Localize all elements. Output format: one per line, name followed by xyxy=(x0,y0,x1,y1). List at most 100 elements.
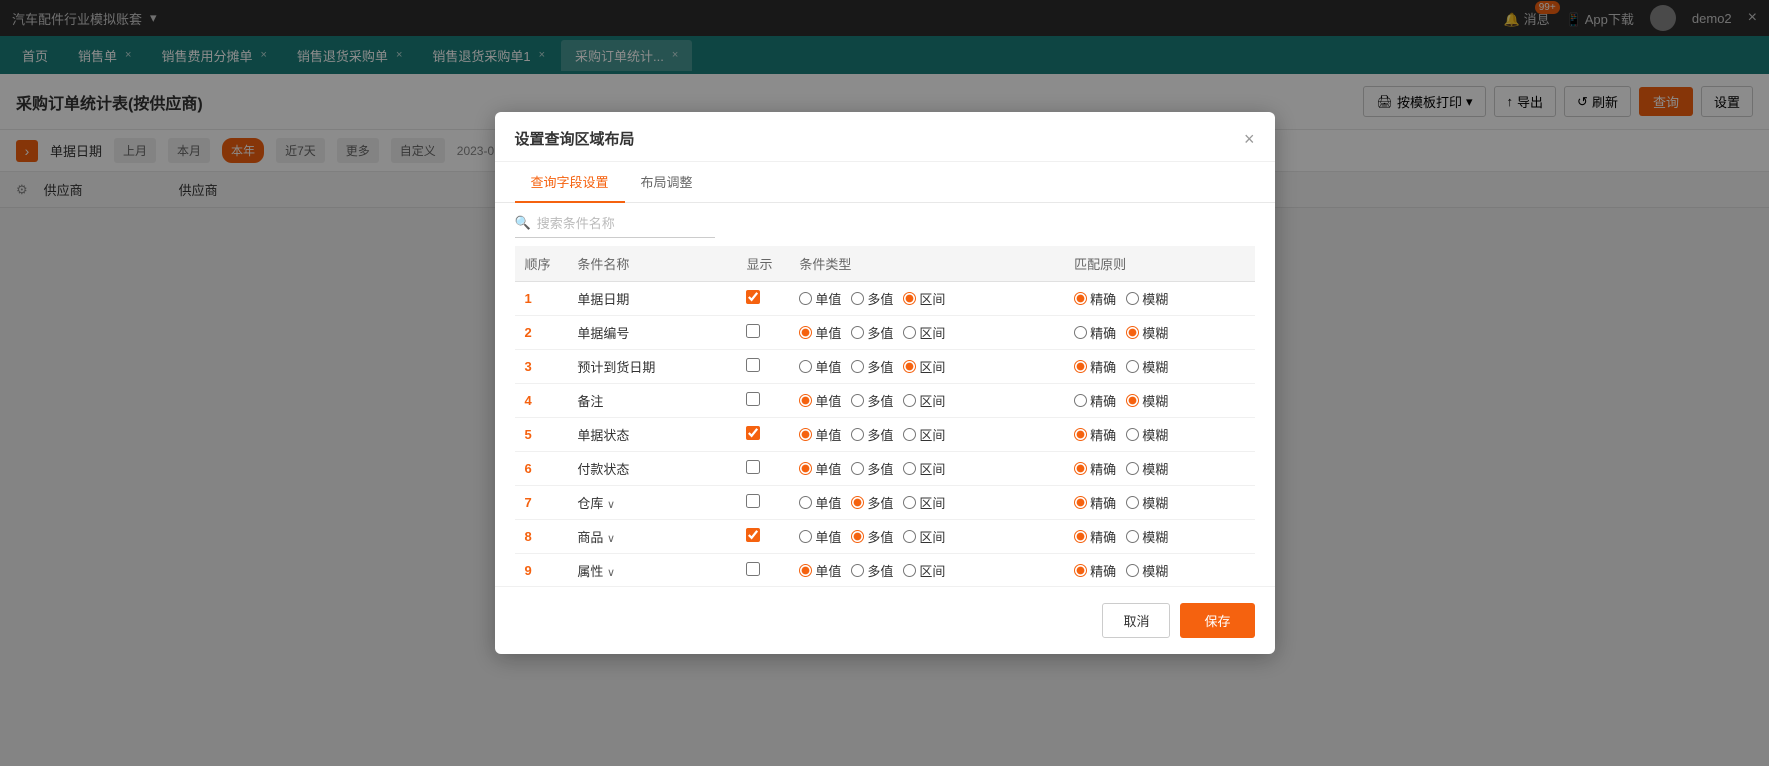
type-radio-group: 单值多值区间 xyxy=(799,425,1054,444)
match-radio-group: 精确模糊 xyxy=(1074,459,1244,478)
radio-type-单值[interactable]: 单值 xyxy=(799,527,841,546)
row-condition-name: 商品 ∨ xyxy=(567,520,736,554)
row-order: 7 xyxy=(515,486,568,520)
row-display-checkbox-cell xyxy=(736,452,789,486)
dialog-tab-layout[interactable]: 布局调整 xyxy=(625,162,709,203)
row-condition-name: 备注 xyxy=(567,384,736,418)
radio-type-单值[interactable]: 单值 xyxy=(799,323,841,342)
row-order: 4 xyxy=(515,384,568,418)
row-condition-name: 单据状态 xyxy=(567,418,736,452)
radio-match-精确[interactable]: 精确 xyxy=(1074,391,1116,410)
radio-type-区间[interactable]: 区间 xyxy=(903,493,945,512)
settings-table: 顺序 条件名称 显示 条件类型 匹配原则 1单据日期单值多值区间精确模糊2单据编… xyxy=(515,246,1255,586)
radio-match-模糊[interactable]: 模糊 xyxy=(1126,459,1168,478)
display-checkbox[interactable] xyxy=(746,562,760,576)
radio-match-模糊[interactable]: 模糊 xyxy=(1126,527,1168,546)
cancel-btn[interactable]: 取消 xyxy=(1102,603,1170,638)
radio-type-单值[interactable]: 单值 xyxy=(799,289,841,308)
save-btn[interactable]: 保存 xyxy=(1180,603,1254,638)
display-checkbox[interactable] xyxy=(746,426,760,440)
radio-type-区间[interactable]: 区间 xyxy=(903,289,945,308)
row-display-checkbox-cell xyxy=(736,486,789,520)
dialog-close-btn[interactable]: × xyxy=(1244,130,1255,148)
radio-match-精确[interactable]: 精确 xyxy=(1074,425,1116,444)
row-display-checkbox-cell xyxy=(736,316,789,350)
radio-type-区间[interactable]: 区间 xyxy=(903,391,945,410)
radio-match-精确[interactable]: 精确 xyxy=(1074,459,1116,478)
type-radio-group: 单值多值区间 xyxy=(799,391,1054,410)
radio-type-单值[interactable]: 单值 xyxy=(799,493,841,512)
display-checkbox[interactable] xyxy=(746,358,760,372)
row-match-cell: 精确模糊 xyxy=(1064,384,1254,418)
radio-match-精确[interactable]: 精确 xyxy=(1074,289,1116,308)
search-icon: 🔍 xyxy=(515,215,531,231)
col-header-match: 匹配原则 xyxy=(1064,246,1254,282)
radio-match-模糊[interactable]: 模糊 xyxy=(1126,289,1168,308)
col-header-order: 顺序 xyxy=(515,246,568,282)
radio-type-区间[interactable]: 区间 xyxy=(903,323,945,342)
radio-type-多值[interactable]: 多值 xyxy=(851,459,893,478)
radio-match-精确[interactable]: 精确 xyxy=(1074,493,1116,512)
dialog-tab-query-fields[interactable]: 查询字段设置 xyxy=(515,162,625,203)
radio-match-模糊[interactable]: 模糊 xyxy=(1126,493,1168,512)
radio-type-单值[interactable]: 单值 xyxy=(799,561,841,580)
radio-match-模糊[interactable]: 模糊 xyxy=(1126,323,1168,342)
display-checkbox[interactable] xyxy=(746,290,760,304)
radio-match-模糊[interactable]: 模糊 xyxy=(1126,425,1168,444)
row-type-cell: 单值多值区间 xyxy=(789,452,1064,486)
match-radio-group: 精确模糊 xyxy=(1074,323,1244,342)
radio-type-多值[interactable]: 多值 xyxy=(851,289,893,308)
dropdown-arrow-icon[interactable]: ∨ xyxy=(607,499,615,511)
dialog-tab-layout-label: 布局调整 xyxy=(641,175,693,190)
dropdown-arrow-icon[interactable]: ∨ xyxy=(607,533,615,545)
col-header-display: 显示 xyxy=(736,246,789,282)
display-checkbox[interactable] xyxy=(746,392,760,406)
row-match-cell: 精确模糊 xyxy=(1064,554,1254,587)
display-checkbox[interactable] xyxy=(746,494,760,508)
row-match-cell: 精确模糊 xyxy=(1064,486,1254,520)
radio-match-模糊[interactable]: 模糊 xyxy=(1126,561,1168,580)
radio-type-区间[interactable]: 区间 xyxy=(903,527,945,546)
modal-overlay[interactable]: 设置查询区域布局 × 查询字段设置 布局调整 🔍 xyxy=(0,0,1769,766)
match-radio-group: 精确模糊 xyxy=(1074,357,1244,376)
radio-match-精确[interactable]: 精确 xyxy=(1074,323,1116,342)
radio-match-精确[interactable]: 精确 xyxy=(1074,357,1116,376)
radio-type-单值[interactable]: 单值 xyxy=(799,425,841,444)
radio-match-模糊[interactable]: 模糊 xyxy=(1126,357,1168,376)
row-type-cell: 单值多值区间 xyxy=(789,486,1064,520)
dialog-table-scroll[interactable]: 顺序 条件名称 显示 条件类型 匹配原则 1单据日期单值多值区间精确模糊2单据编… xyxy=(495,246,1275,586)
display-checkbox[interactable] xyxy=(746,528,760,542)
dropdown-arrow-icon[interactable]: ∨ xyxy=(607,567,615,579)
display-checkbox[interactable] xyxy=(746,324,760,338)
radio-match-精确[interactable]: 精确 xyxy=(1074,527,1116,546)
radio-type-多值[interactable]: 多值 xyxy=(851,425,893,444)
search-input-wrap: 🔍 xyxy=(515,215,715,238)
radio-type-多值[interactable]: 多值 xyxy=(851,527,893,546)
radio-type-多值[interactable]: 多值 xyxy=(851,357,893,376)
radio-type-多值[interactable]: 多值 xyxy=(851,391,893,410)
radio-type-区间[interactable]: 区间 xyxy=(903,561,945,580)
row-match-cell: 精确模糊 xyxy=(1064,316,1254,350)
radio-type-单值[interactable]: 单值 xyxy=(799,357,841,376)
radio-match-模糊[interactable]: 模糊 xyxy=(1126,391,1168,410)
radio-type-区间[interactable]: 区间 xyxy=(903,425,945,444)
col-header-name: 条件名称 xyxy=(567,246,736,282)
table-row: 7仓库 ∨单值多值区间精确模糊 xyxy=(515,486,1255,520)
type-radio-group: 单值多值区间 xyxy=(799,289,1054,308)
radio-type-单值[interactable]: 单值 xyxy=(799,459,841,478)
display-checkbox[interactable] xyxy=(746,460,760,474)
row-order: 3 xyxy=(515,350,568,384)
radio-type-单值[interactable]: 单值 xyxy=(799,391,841,410)
radio-type-区间[interactable]: 区间 xyxy=(903,357,945,376)
type-radio-group: 单值多值区间 xyxy=(799,323,1054,342)
radio-type-多值[interactable]: 多值 xyxy=(851,561,893,580)
save-label: 保存 xyxy=(1204,614,1230,629)
radio-type-多值[interactable]: 多值 xyxy=(851,323,893,342)
row-order: 5 xyxy=(515,418,568,452)
radio-type-多值[interactable]: 多值 xyxy=(851,493,893,512)
row-type-cell: 单值多值区间 xyxy=(789,316,1064,350)
search-input[interactable] xyxy=(537,216,697,231)
radio-type-区间[interactable]: 区间 xyxy=(903,459,945,478)
row-condition-name: 单据日期 xyxy=(567,282,736,316)
radio-match-精确[interactable]: 精确 xyxy=(1074,561,1116,580)
